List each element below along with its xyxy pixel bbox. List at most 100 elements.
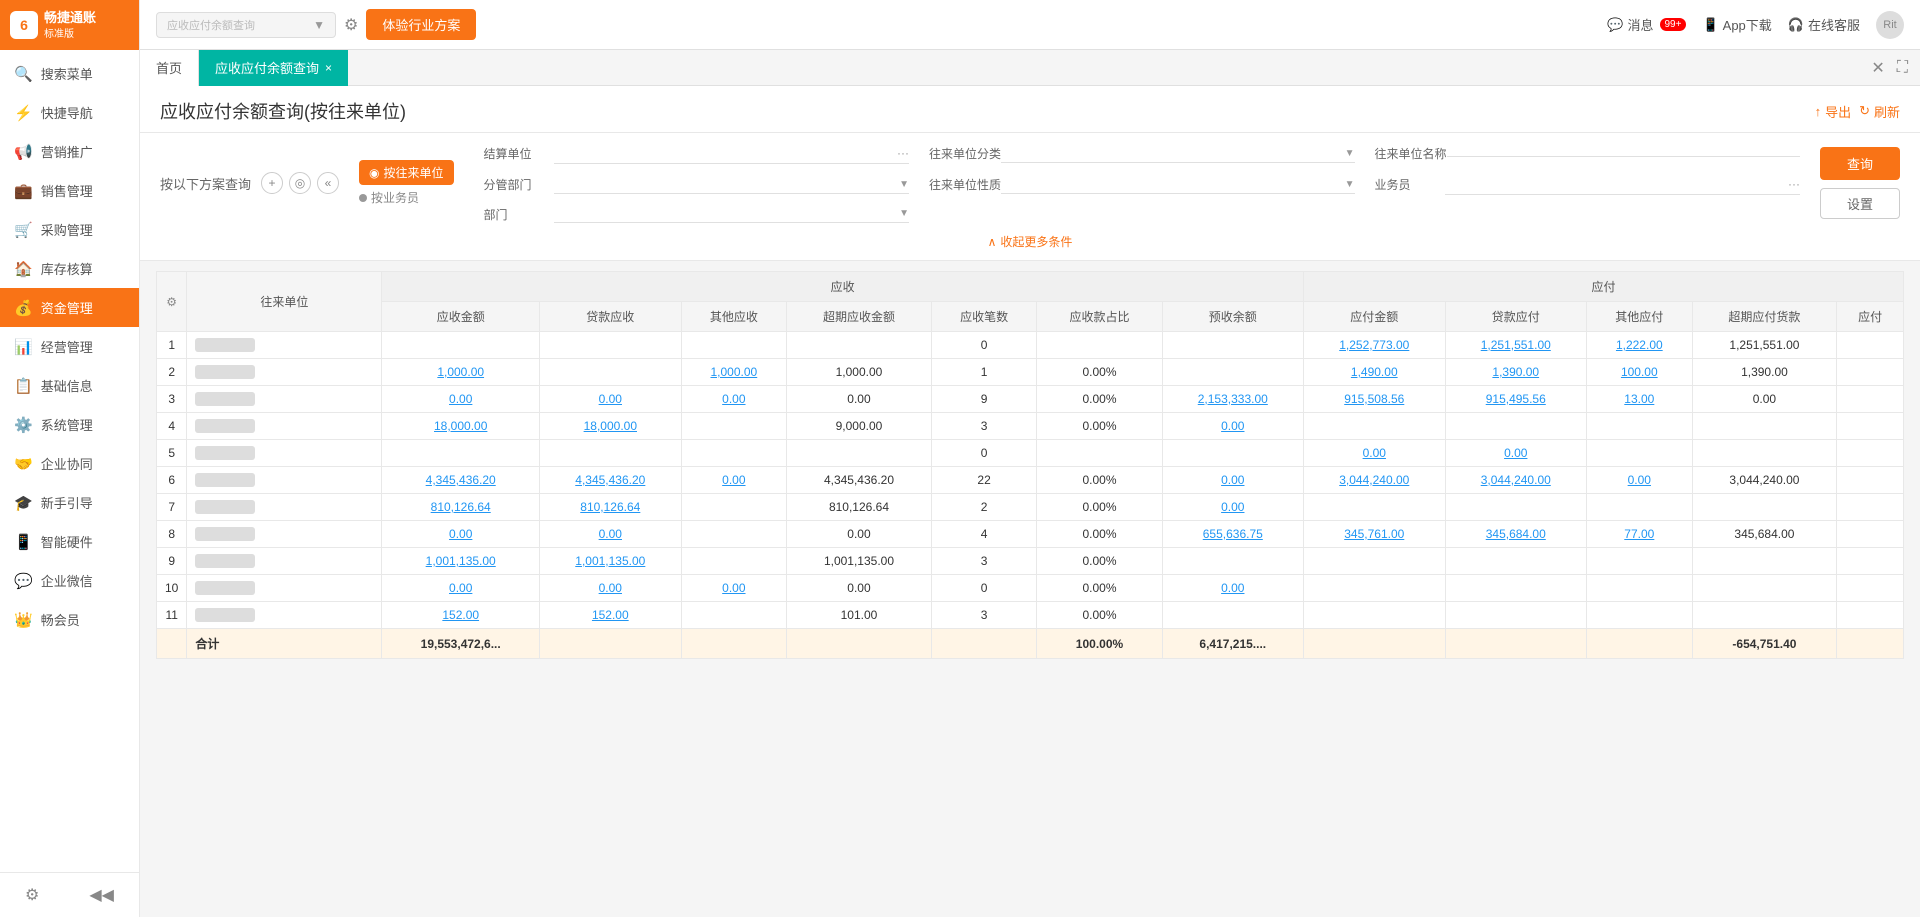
user-avatar: Rit [1876,11,1904,39]
col-pay-2: 其他应付 [1587,302,1693,332]
sidebar-item-icon-6: 💰 [14,299,33,317]
sidebar-item-9[interactable]: ⚙️系统管理 [0,405,139,444]
col-recv-5: 应收款占比 [1037,302,1162,332]
col-recv-3: 超期应收金额 [787,302,932,332]
sidebar-item-label-7: 经营管理 [41,337,93,356]
export-button[interactable]: ↑ 导出 [1815,102,1852,121]
sidebar-item-7[interactable]: 📊经营管理 [0,327,139,366]
message-btn[interactable]: 💬 消息 99+ [1607,15,1686,34]
data-table: ⚙ 往来单位 应收 应付 应收金额贷款应收其他应收超期应收金额应收笔数应收款占比… [156,271,1904,659]
table-footer-row: 合计 19,553,472,6... 100.00% 6,417,215.... [157,629,1904,659]
app-icon: 📱 [1702,17,1718,33]
field-salesperson: 业务员 ··· [1375,174,1800,195]
sidebar-item-label-13: 企业微信 [41,571,93,590]
sidebar-item-12[interactable]: 📱智能硬件 [0,522,139,561]
sidebar-item-icon-10: 🤝 [14,455,33,473]
sidebar-item-label-6: 资金管理 [41,298,93,317]
sidebar-item-icon-1: ⚡ [14,104,33,122]
search-area: 按以下方案查询 + ◎ « ◉ 按往来单位 按业务员 [140,133,1920,261]
sidebar-item-icon-2: 📢 [14,143,33,161]
sidebar-footer: ⚙ ◀◀ [0,872,139,917]
query-button[interactable]: 查询 [1820,147,1900,180]
scheme-partner-unit[interactable]: ◉ 按往来单位 [359,160,454,185]
collapse-conditions-btn[interactable]: ∧ 收起更多条件 [160,233,1900,250]
tab-close-all-icon[interactable]: ✕ [1867,54,1888,82]
user-menu[interactable]: Rit [1876,11,1904,39]
sidebar-item-icon-11: 🎓 [14,494,33,512]
footer-prepay: 6,417,215.... [1162,629,1303,659]
sidebar-item-label-1: 快捷导航 [41,103,93,122]
col-pay-3: 超期应付货款 [1692,302,1837,332]
col-settings-icon[interactable]: ⚙ [166,295,177,309]
service-icon: 🎧 [1788,17,1804,33]
search-scheme-label: 按以下方案查询 [160,174,251,193]
settings-button[interactable]: 设置 [1820,188,1900,219]
sidebar-item-icon-13: 💬 [14,572,33,590]
tab-active[interactable]: 应收应付余额查询 × [199,50,348,86]
field-division: 分管部门 ▼ [484,174,909,195]
sidebar-item-1[interactable]: ⚡ 快捷导航 [0,93,139,132]
expand-scheme-btn[interactable]: « [317,172,339,194]
sidebar-item-11[interactable]: 🎓 新手引导 [0,483,139,522]
sidebar-logo: 6 畅捷通账 标准版 [0,0,139,50]
table-container: ⚙ 往来单位 应收 应付 应收金额贷款应收其他应收超期应收金额应收笔数应收款占比… [140,261,1920,917]
partner-category-input[interactable]: ▼ [1001,145,1354,163]
sidebar-item-8[interactable]: 📋基础信息 [0,366,139,405]
settlement-unit-input[interactable]: ··· [554,143,909,164]
table-row: 6 4,345,436.204,345,436.200.004,345,436.… [157,467,1904,494]
scheme-salesperson[interactable]: 按业务员 [359,189,454,206]
table-row: 11 152.00152.00101.0030.00% [157,602,1904,629]
promo-button[interactable]: 体验行业方案 [366,9,476,40]
message-icon: 💬 [1607,17,1623,33]
partner-name-input[interactable] [1447,150,1800,157]
tabbar-actions: ✕ ⛶ [1867,54,1920,82]
topbar-address[interactable]: 应收应付余额查询 ▼ [156,12,336,38]
tab-close-icon[interactable]: × [325,61,332,75]
sidebar-item-2[interactable]: 📢营销推广 [0,132,139,171]
search-scheme-row: 按以下方案查询 + ◎ « ◉ 按往来单位 按业务员 [160,143,1900,223]
sidebar-item-icon-5: 🏠 [14,260,33,278]
col-recv-0: 应收金额 [382,302,540,332]
tab-home[interactable]: 首页 [140,50,199,86]
refresh-button[interactable]: ↻ 刷新 [1859,102,1900,121]
sidebar-item-6[interactable]: 💰 资金管理 [0,288,139,327]
department-input[interactable]: ▼ [554,205,909,223]
sidebar-item-label-5: 库存核算 [41,259,93,278]
collapse-icon: ∧ [988,235,997,249]
field-partner-nature: 往来单位性质 ▼ [929,174,1355,195]
sidebar-item-label-11: 新手引导 [41,493,93,512]
collapse-sidebar-icon[interactable]: ◀◀ [85,881,118,909]
sidebar-item-10[interactable]: 🤝企业协同 [0,444,139,483]
sidebar-item-3[interactable]: 💼销售管理 [0,171,139,210]
service-btn[interactable]: 🎧 在线客服 [1788,15,1860,34]
sidebar-item-5[interactable]: 🏠 库存核算 [0,249,139,288]
add-scheme-btn[interactable]: + [261,172,283,194]
export-icon: ↑ [1815,104,1822,119]
sidebar-item-4[interactable]: 🛒采购管理 [0,210,139,249]
salesperson-input[interactable]: ··· [1445,174,1800,195]
sidebar-item-icon-0: 🔍 [14,65,33,83]
col-payable-group: 应付 [1304,272,1904,302]
scheme-icon: ◉ [369,166,379,180]
sidebar-item-label-9: 系统管理 [41,415,93,434]
partner-nature-input[interactable]: ▼ [1001,176,1354,194]
page-title: 应收应付余额查询(按往来单位) [160,98,406,124]
topbar-gear-icon[interactable]: ⚙ [344,15,358,35]
col-recv-4: 应收笔数 [931,302,1037,332]
topbar-left: 应收应付余额查询 ▼ ⚙ 体验行业方案 [156,9,1597,40]
tabbar: 首页 应收应付余额查询 × ✕ ⛶ [140,50,1920,86]
sidebar-item-14[interactable]: 👑畅会员 [0,600,139,639]
col-receivable-group: 应收 [382,272,1304,302]
table-row: 4 18,000.0018,000.009,000.0030.00%0.00 [157,413,1904,440]
sidebar-item-13[interactable]: 💬 企业微信 [0,561,139,600]
division-input[interactable]: ▼ [554,176,909,194]
table-row: 2 1,000.001,000.001,000.0010.00%1,490.00… [157,359,1904,386]
sidebar-item-icon-3: 💼 [14,182,33,200]
settings-footer-icon[interactable]: ⚙ [21,881,43,909]
sidebar-item-0[interactable]: 🔍搜索菜单 [0,54,139,93]
app-download-btn[interactable]: 📱 App下载 [1702,15,1771,34]
col-pay-4: 应付 [1837,302,1904,332]
edit-scheme-btn[interactable]: ◎ [289,172,311,194]
topbar: 应收应付余额查询 ▼ ⚙ 体验行业方案 💬 消息 99+ 📱 App下载 🎧 [140,0,1920,50]
tab-maximize-icon[interactable]: ⛶ [1893,55,1912,81]
